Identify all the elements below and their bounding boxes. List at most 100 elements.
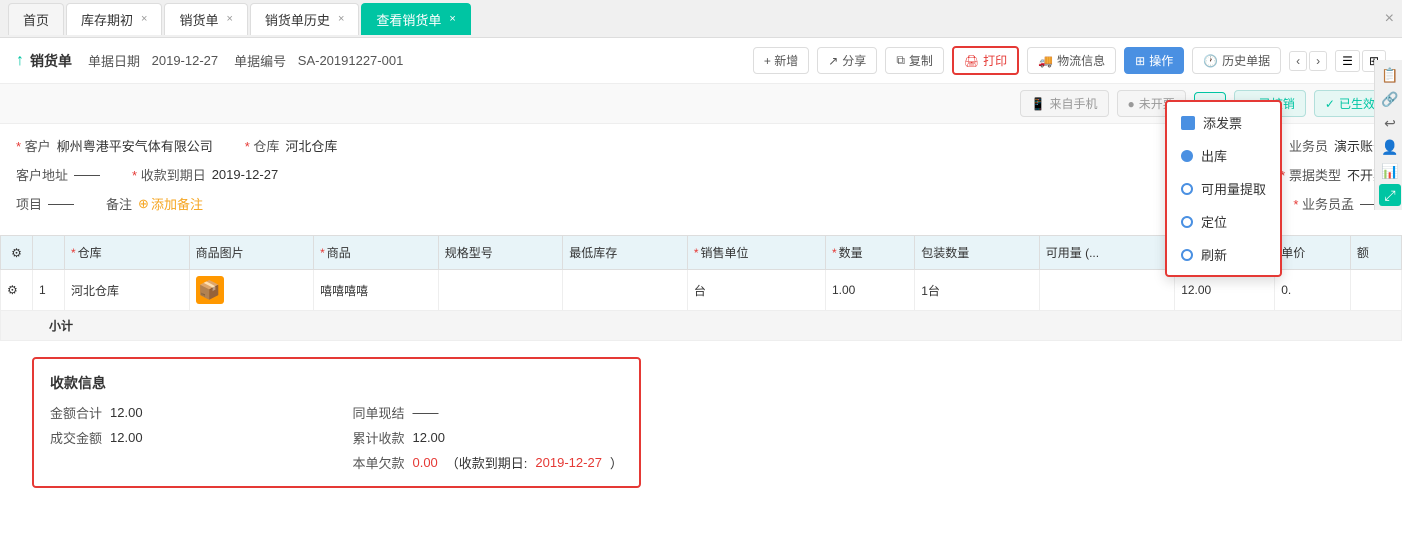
list-view-button[interactable]: ☰ xyxy=(1335,50,1360,72)
available-qty-item[interactable]: 可用量提取 xyxy=(1167,172,1280,205)
product-thumbnail: 📦 xyxy=(196,276,224,304)
project-value: —— xyxy=(48,196,74,211)
row-available xyxy=(1039,270,1174,311)
ticket-icon: ● xyxy=(1128,97,1135,111)
plus-icon: ⊕ xyxy=(138,196,149,212)
refresh-item[interactable]: 刷新 xyxy=(1167,238,1280,271)
tab-view-sales[interactable]: 查看销货单 × xyxy=(361,3,470,35)
tab-view-sales-close[interactable]: × xyxy=(449,13,455,25)
tab-sales-close[interactable]: × xyxy=(226,13,232,25)
tab-view-sales-label: 查看销货单 xyxy=(376,10,441,29)
doc-date-value: 2019-12-27 xyxy=(152,53,219,68)
owed-end: ） xyxy=(610,453,623,472)
row-gear[interactable]: ⚙ xyxy=(1,270,33,311)
prev-button[interactable]: ‹ xyxy=(1289,51,1307,71)
copy-button[interactable]: ⧉ 复制 xyxy=(885,47,944,74)
tab-bar-close[interactable]: × xyxy=(1385,10,1394,28)
add-invoice-label: 添发票 xyxy=(1203,113,1242,132)
invoice-icon xyxy=(1181,116,1195,130)
same-order-value: —— xyxy=(412,405,438,420)
available-qty-label: 可用量提取 xyxy=(1201,179,1266,198)
row-warehouse: 河北仓库 xyxy=(65,270,190,311)
sidebar-user-icon[interactable]: 👤 xyxy=(1379,136,1401,158)
cumulative-value: 12.00 xyxy=(412,430,445,445)
sidebar-chart-icon[interactable]: 📊 xyxy=(1379,160,1401,182)
new-button[interactable]: + 新增 xyxy=(753,47,809,74)
tab-inventory[interactable]: 库存期初 × xyxy=(66,3,162,35)
tab-sales[interactable]: 销货单 × xyxy=(164,3,247,35)
ticket-type-label: 票据类型 xyxy=(1280,165,1341,184)
sidebar-docs-icon[interactable]: 📋 xyxy=(1379,64,1401,86)
doc-meta: 单据日期 2019-12-27 单据编号 SA-20191227-001 xyxy=(88,51,403,70)
col-product: *商品 xyxy=(314,236,439,270)
col-unit-price: 单价 xyxy=(1275,236,1351,270)
warehouse-field: 仓库 河北仓库 xyxy=(245,136,338,155)
nav-arrows: ‹ › xyxy=(1289,51,1327,71)
owed-date: 2019-12-27 xyxy=(535,455,602,470)
phone-icon: 📱 xyxy=(1031,97,1046,111)
sidebar-return-icon[interactable]: ↩ xyxy=(1379,112,1401,134)
copy-icon: ⧉ xyxy=(896,53,905,68)
col-quantity: *数量 xyxy=(826,236,915,270)
total-label: 金额合计 xyxy=(50,403,102,422)
share-button[interactable]: ↗ 分享 xyxy=(817,47,877,74)
payment-date-field: 收款到期日 2019-12-27 xyxy=(132,165,278,184)
owed-row: 本单欠款 0.00 （收款到期日: 2019-12-27 ） xyxy=(352,453,622,472)
transaction-label: 成交金额 xyxy=(50,428,102,447)
warehouse-label: 仓库 xyxy=(245,136,280,155)
payment-grid: 金额合计 12.00 同单现结 —— 成交金额 12.00 累计收款 12.00 xyxy=(50,403,623,472)
cumulative-label: 累计收款 xyxy=(352,428,404,447)
print-button[interactable]: 🖨 打印 xyxy=(952,46,1019,75)
customer-label: 客户 xyxy=(16,136,51,155)
tab-inventory-label: 库存期初 xyxy=(81,10,133,29)
from-phone-button[interactable]: 📱 来自手机 xyxy=(1020,90,1109,117)
next-button[interactable]: › xyxy=(1309,51,1327,71)
subtotal-row: 小计 xyxy=(1,311,1402,341)
row-image: 📦 xyxy=(189,270,314,311)
outbound-label: 出库 xyxy=(1201,146,1227,165)
add-note-button[interactable]: ⊕ 添加备注 xyxy=(138,194,203,213)
operations-dropdown: 添发票 出库 可用量提取 定位 刷新 xyxy=(1165,100,1282,277)
print-icon: 🖨 xyxy=(964,54,979,68)
doc-type-icon: ↑ xyxy=(16,52,24,70)
row-quantity: 1.00 xyxy=(826,270,915,311)
share-icon: ↗ xyxy=(828,54,838,68)
tab-home[interactable]: 首页 xyxy=(8,3,64,35)
row-unit-price: 0. xyxy=(1275,270,1351,311)
sidebar-link-icon[interactable]: 🔗 xyxy=(1379,88,1401,110)
tab-sales-history[interactable]: 销货单历史 × xyxy=(250,3,359,35)
ticket-type-field: 票据类型 不开票 xyxy=(1280,165,1386,184)
table-body: ⚙ 1 河北仓库 📦 嘻嘻嘻嘻 台 1.00 1台 12.00 0. xyxy=(1,270,1402,341)
warehouse-value: 河北仓库 xyxy=(285,136,337,155)
sidebar-expand-icon[interactable]: ⤢ xyxy=(1379,184,1401,206)
locate-item[interactable]: 定位 xyxy=(1167,205,1280,238)
outbound-item[interactable]: 出库 xyxy=(1167,139,1280,172)
notes-label: 备注 xyxy=(106,194,132,213)
subtotal-label: 小计 xyxy=(1,311,1402,341)
doc-actions: + 新增 ↗ 分享 ⧉ 复制 🖨 打印 🚚 物流信息 ⊞ 操作 � xyxy=(753,46,1386,75)
payment-date-value: 2019-12-27 xyxy=(212,167,279,182)
doc-number-value: SA-20191227-001 xyxy=(298,53,404,68)
outbound-icon xyxy=(1181,150,1193,162)
payment-date-label: 收款到期日 xyxy=(132,165,206,184)
doc-number-label: 单据编号 SA-20191227-001 xyxy=(234,51,403,70)
locate-label: 定位 xyxy=(1201,212,1227,231)
available-qty-icon xyxy=(1181,183,1193,195)
address-field: 客户地址 —— xyxy=(16,165,100,184)
add-invoice-item[interactable]: 添发票 xyxy=(1167,106,1280,139)
tab-sales-history-close[interactable]: × xyxy=(338,13,344,25)
doc-header: ↑ 销货单 单据日期 2019-12-27 单据编号 SA-20191227-0… xyxy=(0,38,1402,84)
row-amount xyxy=(1350,270,1401,311)
doc-type-label: 销货单 xyxy=(30,51,72,71)
address-label: 客户地址 xyxy=(16,165,68,184)
same-order-label: 同单现结 xyxy=(352,403,404,422)
logistics-button[interactable]: 🚚 物流信息 xyxy=(1027,47,1116,74)
refresh-icon xyxy=(1181,249,1193,261)
owed-label: 本单欠款 xyxy=(352,453,404,472)
transaction-value: 12.00 xyxy=(110,430,143,445)
operations-button[interactable]: ⊞ 操作 xyxy=(1124,47,1184,74)
col-warehouse: *仓库 xyxy=(65,236,190,270)
history-button[interactable]: 🕐 历史单据 xyxy=(1192,47,1281,74)
row-unit: 台 xyxy=(687,270,825,311)
tab-inventory-close[interactable]: × xyxy=(141,13,147,25)
